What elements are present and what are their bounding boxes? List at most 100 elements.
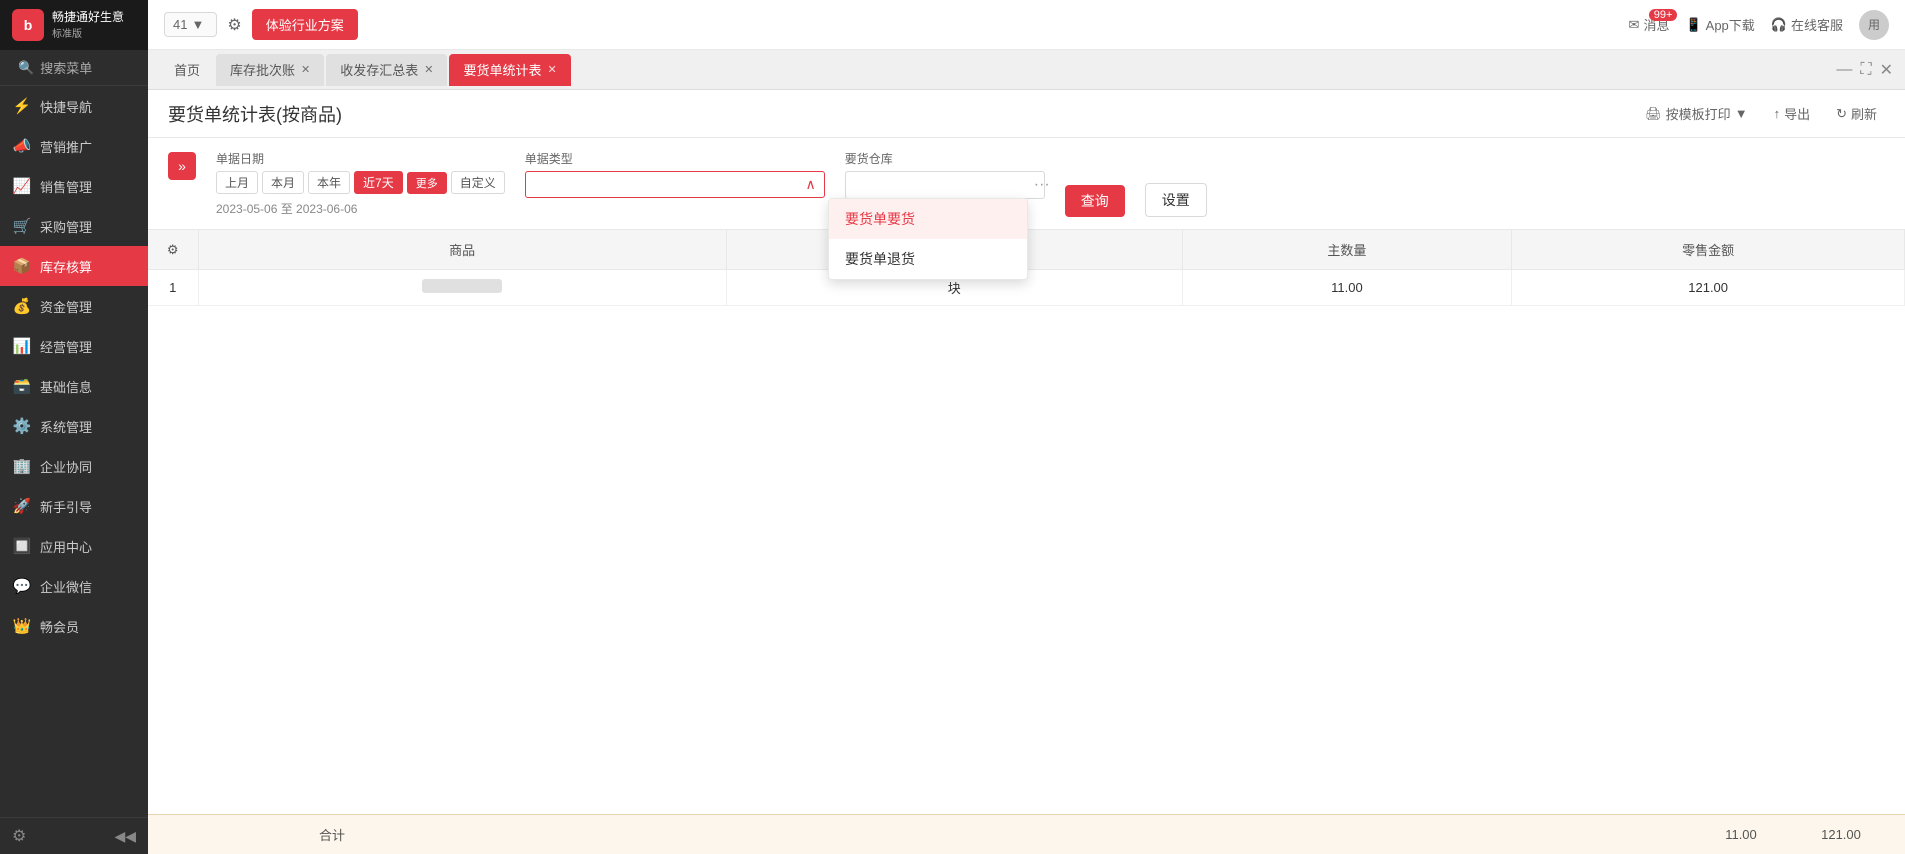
sidebar-item-enterprise[interactable]: 🏢 企业协同 bbox=[0, 446, 148, 486]
export-icon: ↑ bbox=[1774, 106, 1781, 121]
maximize-icon[interactable]: — bbox=[1836, 61, 1852, 79]
guide-icon: 🚀 bbox=[12, 496, 32, 516]
sidebar-item-wechat[interactable]: 💬 企业微信 bbox=[0, 566, 148, 606]
type-filter-input[interactable]: ∧ bbox=[525, 171, 825, 198]
sidebar-item-operations[interactable]: 📊 经营管理 bbox=[0, 326, 148, 366]
dropdown-item-order-goods[interactable]: 要货单要货 bbox=[829, 199, 1027, 239]
type-dropdown-toggle[interactable]: ∧ bbox=[806, 176, 816, 193]
cell-no: 1 bbox=[148, 270, 198, 306]
sidebar-item-basics[interactable]: 🗃️ 基础信息 bbox=[0, 366, 148, 406]
sidebar-search[interactable]: 🔍 搜索菜单 bbox=[0, 50, 148, 86]
refresh-icon: ↻ bbox=[1836, 106, 1847, 122]
sales-icon: 📈 bbox=[12, 176, 32, 196]
col-settings[interactable]: ⚙ bbox=[148, 230, 198, 270]
cell-amount: 121.00 bbox=[1512, 270, 1905, 306]
online-service[interactable]: 🎧 在线客服 bbox=[1771, 15, 1843, 34]
table-footer: 合计 11.00 121.00 bbox=[148, 814, 1905, 854]
cell-qty: 11.00 bbox=[1182, 270, 1512, 306]
refresh-button[interactable]: ↻ 刷新 bbox=[1828, 100, 1885, 127]
tab-stock-batch[interactable]: 库存批次账 ✕ bbox=[216, 54, 324, 86]
quick-nav-icon: ⚡ bbox=[12, 96, 32, 116]
this-month-btn[interactable]: 本月 bbox=[262, 171, 304, 194]
more-date-btn[interactable]: 更多 bbox=[407, 172, 447, 194]
date-buttons: 上月 本月 本年 近7天 更多 自定义 bbox=[216, 171, 505, 194]
type-dropdown-menu: 要货单要货 要货单退货 bbox=[828, 198, 1028, 280]
sidebar-item-purchase[interactable]: 🛒 采购管理 bbox=[0, 206, 148, 246]
custom-date-btn[interactable]: 自定义 bbox=[451, 171, 505, 194]
warehouse-input-field[interactable] bbox=[854, 178, 1030, 193]
page-title: 要货单统计表(按商品) bbox=[168, 101, 342, 127]
tab-stock-batch-close[interactable]: ✕ bbox=[301, 63, 310, 76]
sidebar-settings-icon[interactable]: ⚙ bbox=[12, 826, 26, 846]
printer-icon: 🖨 bbox=[1645, 106, 1662, 122]
sidebar-bottom-bar: ⚙ ◀◀ bbox=[0, 817, 148, 854]
footer-total-label: 合计 bbox=[162, 825, 502, 844]
sidebar-item-quick-nav[interactable]: ⚡ 快捷导航 bbox=[0, 86, 148, 126]
sidebar-item-marketing[interactable]: 📣 营销推广 bbox=[0, 126, 148, 166]
search-icon: 🔍 bbox=[18, 60, 34, 76]
sidebar-logo: b 畅捷通好生意 标准版 bbox=[0, 0, 148, 50]
this-year-btn[interactable]: 本年 bbox=[308, 171, 350, 194]
dropdown-item-order-return[interactable]: 要货单退货 bbox=[829, 239, 1027, 279]
chevron-right-icon: » bbox=[178, 158, 186, 174]
sidebar-item-system[interactable]: ⚙️ 系统管理 bbox=[0, 406, 148, 446]
sidebar-item-appstore[interactable]: 🔲 应用中心 bbox=[0, 526, 148, 566]
topbar-left: 41 ▼ ⚙ 体验行业方案 bbox=[164, 9, 358, 40]
system-icon: ⚙️ bbox=[12, 416, 32, 436]
goods-placeholder bbox=[422, 279, 502, 293]
purchase-icon: 🛒 bbox=[12, 216, 32, 236]
wechat-icon: 💬 bbox=[12, 576, 32, 596]
sidebar-item-inventory[interactable]: 📦 库存核算 bbox=[0, 246, 148, 286]
date-filter-label: 单据日期 bbox=[216, 150, 505, 167]
sidebar-item-sales[interactable]: 📈 销售管理 bbox=[0, 166, 148, 206]
sidebar-item-member[interactable]: 👑 畅会员 bbox=[0, 606, 148, 646]
tab-home[interactable]: 首页 bbox=[160, 54, 214, 86]
finance-icon: 💰 bbox=[12, 296, 32, 316]
sidebar-collapse-button[interactable]: ◀◀ bbox=[114, 828, 136, 845]
page-actions: 🖨 按模板打印 ▼ ↑ 导出 ↻ 刷新 bbox=[1637, 100, 1885, 127]
warehouse-filter-label: 要货仓库 bbox=[845, 150, 1045, 167]
sidebar-nav: ⚡ 快捷导航 📣 营销推广 📈 销售管理 🛒 采购管理 📦 库存核算 💰 资金管… bbox=[0, 86, 148, 817]
operations-icon: 📊 bbox=[12, 336, 32, 356]
chevron-down-icon: ▼ bbox=[191, 17, 204, 32]
sidebar-item-finance[interactable]: 💰 资金管理 bbox=[0, 286, 148, 326]
filter-area: » 单据日期 上月 本月 本年 近7天 更多 自定义 2023-05-06 至 … bbox=[148, 138, 1905, 230]
last-7days-btn[interactable]: 近7天 bbox=[354, 171, 403, 194]
table-area: ⚙ 商品 主计量单位 主数量 零售金额 bbox=[148, 230, 1905, 814]
company-selector[interactable]: 41 ▼ bbox=[164, 12, 217, 37]
settings-button[interactable]: 设置 bbox=[1145, 183, 1207, 217]
page-header: 要货单统计表(按商品) 🖨 按模板打印 ▼ ↑ 导出 ↻ 刷新 bbox=[148, 90, 1905, 138]
appstore-icon: 🔲 bbox=[12, 536, 32, 556]
message-badge[interactable]: ✉ 消息 99+ bbox=[1629, 15, 1670, 34]
footer-amount: 121.00 bbox=[1791, 827, 1891, 842]
user-avatar[interactable]: 用 bbox=[1859, 10, 1889, 40]
col-goods: 商品 bbox=[198, 230, 726, 270]
type-input-field[interactable] bbox=[534, 177, 806, 192]
table-settings-icon[interactable]: ⚙ bbox=[167, 242, 179, 257]
settings-icon[interactable]: ⚙ bbox=[227, 15, 241, 35]
query-button[interactable]: 查询 bbox=[1065, 185, 1125, 217]
export-button[interactable]: ↑ 导出 bbox=[1766, 100, 1819, 127]
warehouse-more-icon[interactable]: ··· bbox=[1034, 176, 1050, 194]
restore-icon[interactable]: ⛶ bbox=[1860, 61, 1871, 79]
app-download[interactable]: 📱 App下载 bbox=[1685, 15, 1754, 34]
trial-btn[interactable]: 体验行业方案 bbox=[252, 9, 358, 40]
main-content: 要货单统计表(按商品) 🖨 按模板打印 ▼ ↑ 导出 ↻ 刷新 bbox=[148, 90, 1905, 854]
filter-toggle-button[interactable]: » bbox=[168, 152, 196, 180]
warehouse-filter-input[interactable]: ··· bbox=[845, 171, 1045, 199]
tab-order-stats-close[interactable]: ✕ bbox=[548, 63, 557, 76]
marketing-icon: 📣 bbox=[12, 136, 32, 156]
enterprise-icon: 🏢 bbox=[12, 456, 32, 476]
app-name: 畅捷通好生意 bbox=[52, 10, 124, 26]
tab-recv-summary-close[interactable]: ✕ bbox=[424, 63, 433, 76]
print-button[interactable]: 🖨 按模板打印 ▼ bbox=[1637, 100, 1755, 127]
last-month-btn[interactable]: 上月 bbox=[216, 171, 258, 194]
type-filter-group: 单据类型 ∧ bbox=[525, 150, 825, 198]
date-filter-row: 上月 本月 本年 近7天 更多 自定义 bbox=[216, 171, 505, 194]
sidebar-item-guide[interactable]: 🚀 新手引导 bbox=[0, 486, 148, 526]
tab-order-stats[interactable]: 要货单统计表 ✕ bbox=[449, 54, 570, 86]
tab-recv-summary[interactable]: 收发存汇总表 ✕ bbox=[326, 54, 447, 86]
tabbar: 首页 库存批次账 ✕ 收发存汇总表 ✕ 要货单统计表 ✕ — ⛶ ✕ bbox=[148, 50, 1905, 90]
close-window-icon[interactable]: ✕ bbox=[1880, 60, 1893, 80]
date-range-display: 2023-05-06 至 2023-06-06 bbox=[216, 200, 505, 217]
